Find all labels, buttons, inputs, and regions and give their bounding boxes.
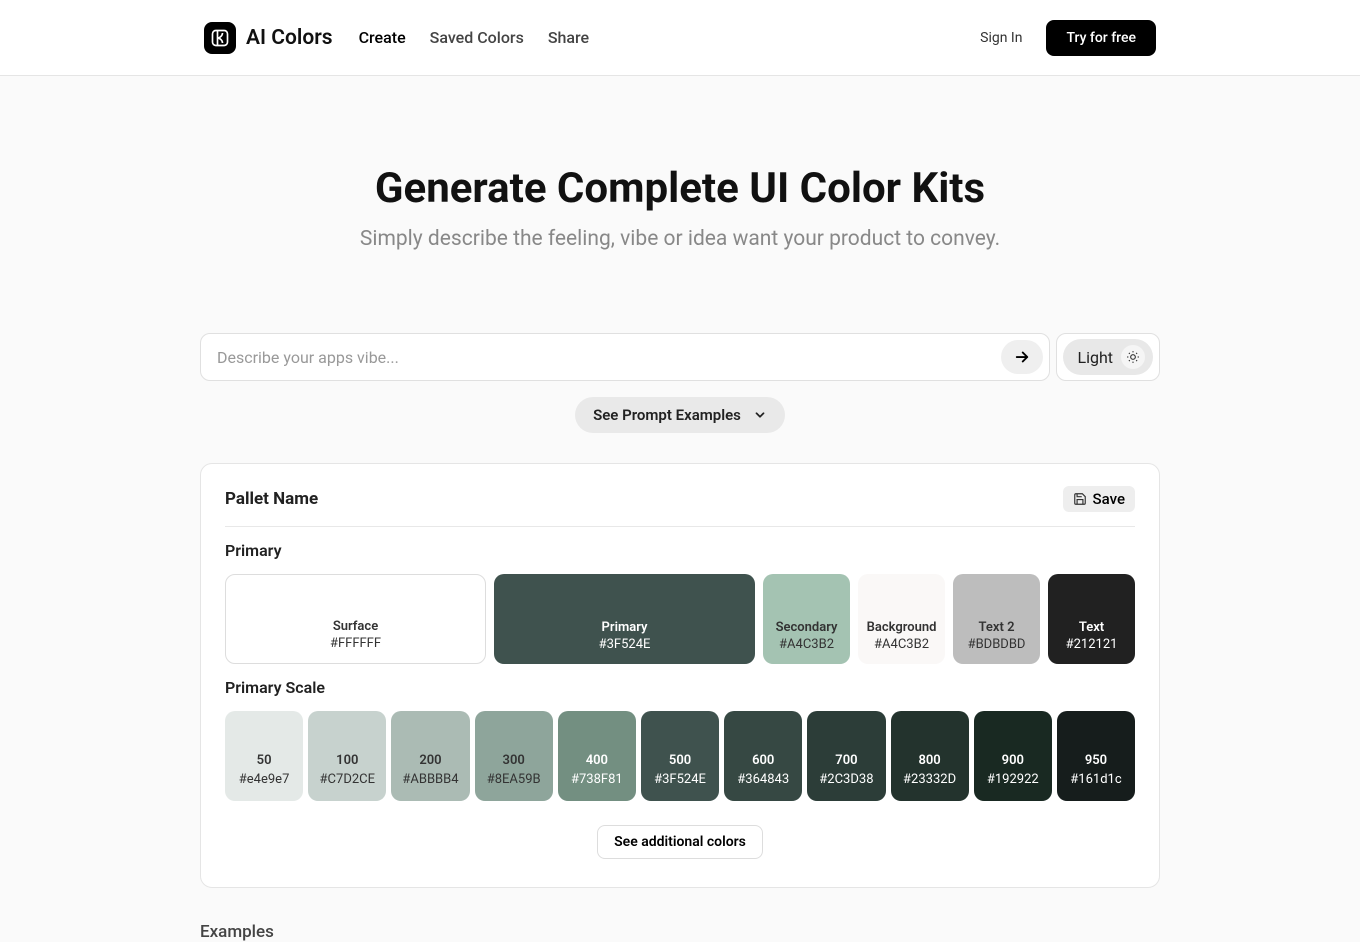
scale-swatch-100[interactable]: 100 #C7D2CE [308,711,386,801]
nav-saved-colors[interactable]: Saved Colors [430,28,524,47]
hero-title: Generate Complete UI Color Kits [0,164,1360,213]
scale-hex: #3F524E [654,772,706,787]
submit-button[interactable] [1001,340,1043,374]
scale-swatch-300[interactable]: 300 #8EA59B [475,711,553,801]
chevron-down-icon [753,408,767,422]
save-button[interactable]: Save [1063,486,1135,512]
scale-label: 900 [1002,753,1024,768]
swatch-surface[interactable]: Surface #FFFFFF [225,574,486,664]
swatch-text-2[interactable]: Text 2 #BDBDBD [953,574,1040,664]
hero-subtitle: Simply describe the feeling, vibe or ide… [0,227,1360,251]
main-nav: Create Saved Colors Share [359,28,590,47]
logo-text: AI Colors [246,26,333,50]
main-content: Generate Complete UI Color Kits Simply d… [0,76,1360,942]
try-for-free-button[interactable]: Try for free [1046,20,1156,56]
swatch-label: Surface [333,619,378,634]
theme-light-option[interactable]: Light [1063,339,1153,375]
examples-heading: Examples [200,922,1160,942]
scale-hex: #C7D2CE [320,772,375,787]
swatch-hex: #A4C3B2 [779,637,834,652]
nav-create[interactable]: Create [359,28,406,47]
scale-label: 100 [336,753,358,768]
palette-header: Pallet Name Save [225,486,1135,527]
scale-label: 500 [669,753,691,768]
scale-label: 700 [835,753,857,768]
swatch-secondary[interactable]: Secondary #A4C3B2 [763,574,850,664]
theme-toggle: Light [1056,333,1160,381]
swatch-label: Secondary [776,620,838,635]
logo-icon [204,22,236,54]
scale-hex: #e4e9e7 [239,772,290,787]
primary-scale-swatches: 50 #e4e9e7 100 #C7D2CE 200 #ABBBB4 300 #8EA59B 4… [225,711,1135,801]
scale-hex: #161d1c [1070,772,1121,787]
app-header: AI Colors Create Saved Colors Share Sign… [0,0,1360,76]
nav-share[interactable]: Share [548,28,589,47]
swatch-text[interactable]: Text #212121 [1048,574,1135,664]
prompt-input-wrap [200,333,1050,381]
swatch-hex: #FFFFFF [330,636,381,651]
primary-scale-label: Primary Scale [225,678,1135,697]
swatch-label: Background [867,620,937,635]
primary-swatches: Surface #FFFFFF Primary #3F524E Secondary #A4… [225,574,1135,664]
scale-swatch-200[interactable]: 200 #ABBBB4 [391,711,469,801]
scale-hex: #364843 [737,772,789,787]
sun-icon [1121,345,1145,369]
scale-label: 800 [918,753,940,768]
save-icon [1073,492,1087,506]
swatch-hex: #3F524E [599,637,651,652]
swatch-background[interactable]: Background #A4C3B2 [858,574,945,664]
see-prompt-examples-button[interactable]: See Prompt Examples [575,397,785,433]
scale-label: 400 [586,753,608,768]
swatch-label: Primary [602,620,648,635]
header-right: Sign In Try for free [980,20,1156,56]
theme-label: Light [1077,348,1113,367]
scale-swatch-900[interactable]: 900 #192922 [974,711,1052,801]
scale-label: 300 [503,753,525,768]
scale-hex: #2C3D38 [819,772,873,787]
prompt-row: Light [200,333,1160,381]
scale-label: 200 [419,753,441,768]
scale-hex: #ABBBB4 [402,772,458,787]
scale-label: 50 [257,753,272,768]
palette-card: Pallet Name Save Primary Surface #FFFFFF P… [200,463,1160,888]
scale-swatch-50[interactable]: 50 #e4e9e7 [225,711,303,801]
save-button-label: Save [1093,490,1125,508]
arrow-right-icon [1013,348,1031,366]
swatch-primary[interactable]: Primary #3F524E [494,574,755,664]
sign-in-link[interactable]: Sign In [980,30,1022,46]
swatch-label: Text 2 [979,620,1015,635]
scale-swatch-600[interactable]: 600 #364843 [724,711,802,801]
swatch-hex: #BDBDBD [968,637,1026,652]
swatch-hex: #A4C3B2 [874,637,929,652]
scale-swatch-500[interactable]: 500 #3F524E [641,711,719,801]
scale-swatch-950[interactable]: 950 #161d1c [1057,711,1135,801]
scale-swatch-700[interactable]: 700 #2C3D38 [807,711,885,801]
scale-label: 600 [752,753,774,768]
scale-swatch-400[interactable]: 400 #738F81 [558,711,636,801]
logo[interactable]: AI Colors [204,22,333,54]
examples-button-label: See Prompt Examples [593,406,741,424]
scale-label: 950 [1085,753,1107,768]
swatch-hex: #212121 [1066,637,1118,652]
see-additional-colors-button[interactable]: See additional colors [597,825,763,859]
scale-hex: #192922 [987,772,1039,787]
scale-hex: #8EA59B [487,772,541,787]
scale-swatch-800[interactable]: 800 #23332D [891,711,969,801]
swatch-label: Text [1079,620,1104,635]
scale-hex: #738F81 [571,772,623,787]
prompt-input[interactable] [217,348,1001,367]
palette-name[interactable]: Pallet Name [225,489,318,509]
primary-section-label: Primary [225,541,1135,560]
scale-hex: #23332D [903,772,956,787]
